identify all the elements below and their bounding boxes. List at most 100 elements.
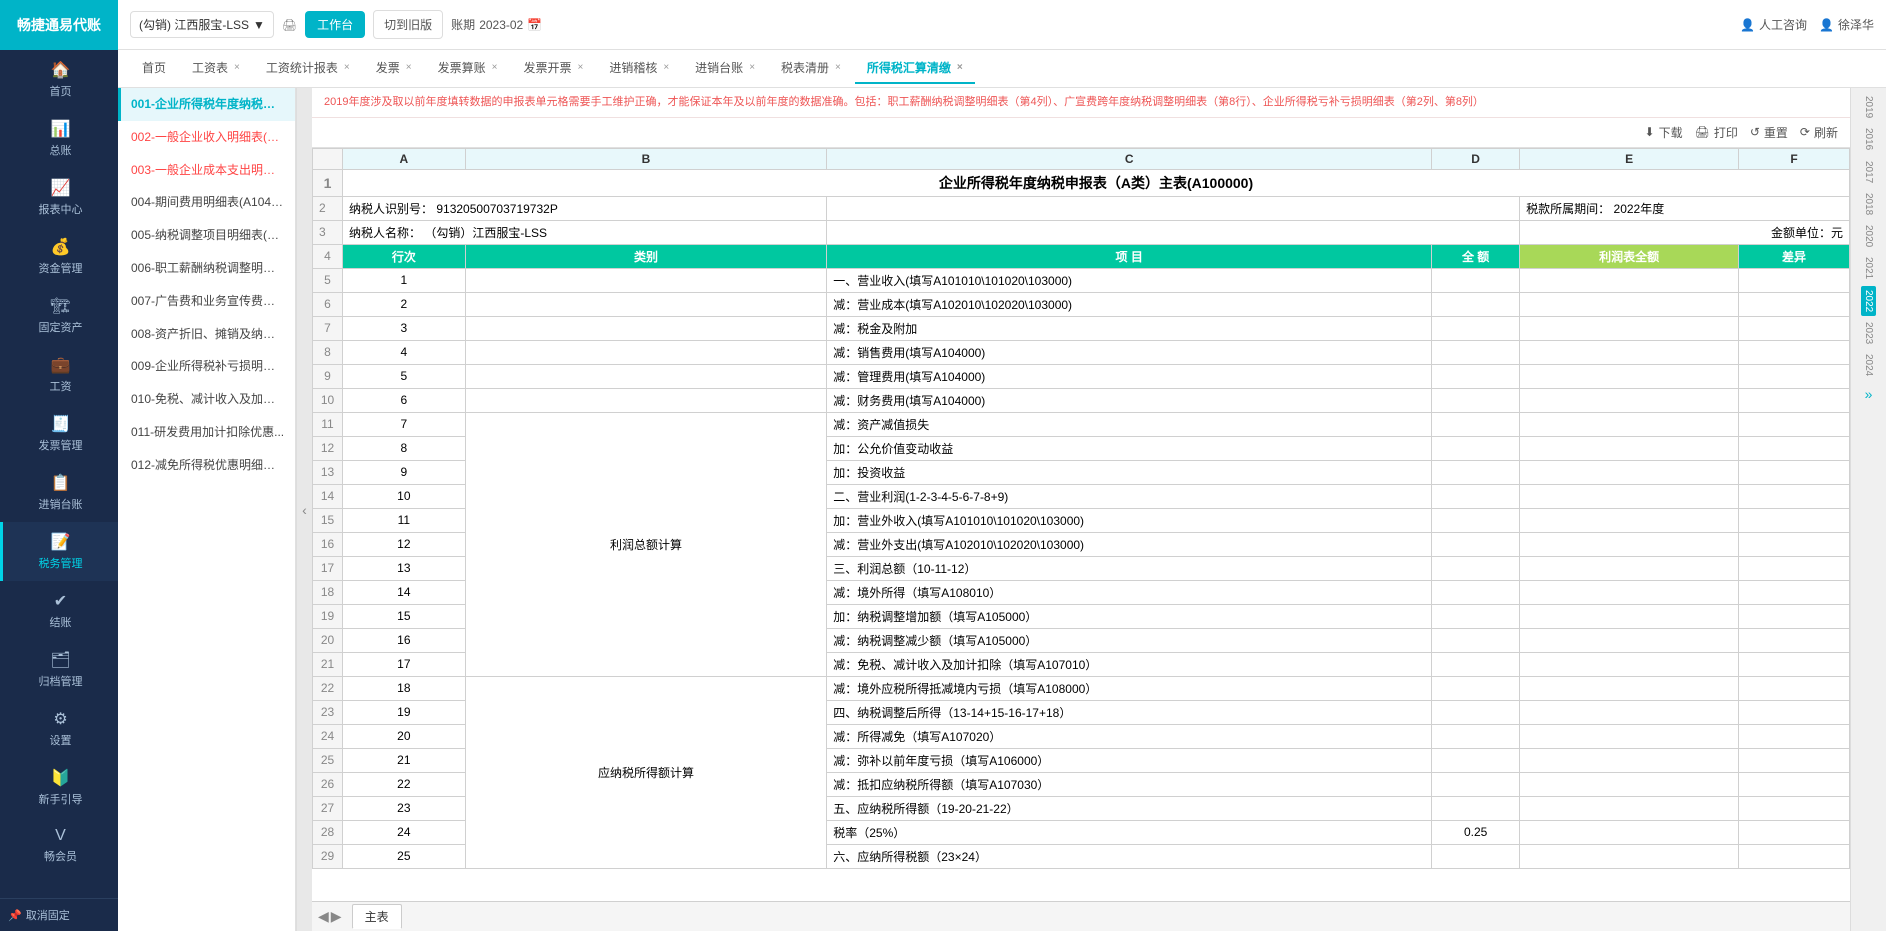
reset-button[interactable]: ↺ 重置 <box>1750 124 1788 141</box>
diff-cell[interactable] <box>1738 700 1849 724</box>
amount-cell[interactable] <box>1432 412 1520 436</box>
amount-cell[interactable] <box>1432 292 1520 316</box>
diff-cell[interactable] <box>1738 292 1849 316</box>
profit-cell[interactable] <box>1520 604 1739 628</box>
tab-salary-report-close[interactable]: × <box>344 62 350 73</box>
scroll-right-arrow[interactable]: ▶ <box>331 908 342 925</box>
profit-cell[interactable] <box>1520 652 1739 676</box>
timeline-year-2018[interactable]: 2018 <box>1861 189 1876 219</box>
sidebar-item-settings[interactable]: ⚙ 设置 <box>0 699 118 758</box>
bottom-tab-main[interactable]: 主表 <box>352 904 402 929</box>
diff-cell[interactable] <box>1738 340 1849 364</box>
workspace-button[interactable]: 工作台 <box>305 11 365 38</box>
tab-tax-clear-close[interactable]: × <box>835 62 841 73</box>
diff-cell[interactable] <box>1738 556 1849 580</box>
profit-cell[interactable] <box>1520 796 1739 820</box>
profit-cell[interactable] <box>1520 436 1739 460</box>
profit-cell[interactable] <box>1520 268 1739 292</box>
sub-sidebar-item-003[interactable]: 003-一般企业成本支出明细... <box>118 154 295 187</box>
tab-purchase-audit[interactable]: 进销稽核× <box>597 53 681 84</box>
collapse-sidebar-button[interactable]: ‹ <box>296 88 312 931</box>
sidebar-item-purchase[interactable]: 📋 进销台账 <box>0 463 118 522</box>
tab-salary-report[interactable]: 工资统计报表× <box>254 53 362 84</box>
amount-cell[interactable] <box>1432 388 1520 412</box>
diff-cell[interactable] <box>1738 796 1849 820</box>
diff-cell[interactable] <box>1738 676 1849 700</box>
diff-cell[interactable] <box>1738 652 1849 676</box>
calendar-icon[interactable]: 📅 <box>527 18 542 32</box>
diff-cell[interactable] <box>1738 364 1849 388</box>
sidebar-item-ledger[interactable]: 📊 总账 <box>0 109 118 168</box>
amount-cell[interactable] <box>1432 484 1520 508</box>
sidebar-item-home[interactable]: 🏠 首页 <box>0 50 118 109</box>
sub-sidebar-item-008[interactable]: 008-资产折旧、摊销及纳税... <box>118 318 295 351</box>
tab-salary[interactable]: 工资表× <box>180 53 252 84</box>
sidebar-item-member[interactable]: V 畅会员 <box>0 817 118 874</box>
profit-cell[interactable] <box>1520 820 1739 844</box>
profit-cell[interactable] <box>1520 340 1739 364</box>
diff-cell[interactable] <box>1738 436 1849 460</box>
sidebar-item-close[interactable]: ✔ 结账 <box>0 581 118 640</box>
amount-cell[interactable] <box>1432 772 1520 796</box>
ai-consult-button[interactable]: 👤 人工咨询 <box>1740 16 1807 33</box>
profit-cell[interactable] <box>1520 844 1739 868</box>
profit-cell[interactable] <box>1520 748 1739 772</box>
old-version-button[interactable]: 切到旧版 <box>373 10 443 39</box>
profit-cell[interactable] <box>1520 484 1739 508</box>
amount-cell[interactable] <box>1432 508 1520 532</box>
sub-sidebar-item-002[interactable]: 002-一般企业收入明细表(A1... <box>118 121 295 154</box>
sub-sidebar-item-001[interactable]: 001-企业所得税年度纳税申... <box>118 88 295 121</box>
diff-cell[interactable] <box>1738 388 1849 412</box>
print-button[interactable]: 🖨 打印 <box>1695 124 1738 141</box>
timeline-year-2022[interactable]: 2022 <box>1861 286 1876 316</box>
sidebar-item-invoice[interactable]: 🧾 发票管理 <box>0 404 118 463</box>
profit-cell[interactable] <box>1520 292 1739 316</box>
tab-invoice-open[interactable]: 发票开票× <box>511 53 595 84</box>
timeline-year-2017[interactable]: 2017 <box>1861 157 1876 187</box>
amount-cell[interactable] <box>1432 604 1520 628</box>
diff-cell[interactable] <box>1738 820 1849 844</box>
amount-cell[interactable] <box>1432 652 1520 676</box>
profit-cell[interactable] <box>1520 580 1739 604</box>
amount-cell[interactable]: 0.25 <box>1432 820 1520 844</box>
sidebar-item-assets[interactable]: 🏗 固定资产 <box>0 286 118 345</box>
tab-invoice-close[interactable]: × <box>406 62 412 73</box>
amount-cell[interactable] <box>1432 460 1520 484</box>
amount-cell[interactable] <box>1432 676 1520 700</box>
sidebar-item-tax[interactable]: 📝 税务管理 <box>0 522 118 581</box>
amount-cell[interactable] <box>1432 436 1520 460</box>
timeline-expand-button[interactable]: » <box>1865 386 1873 402</box>
profit-cell[interactable] <box>1520 460 1739 484</box>
diff-cell[interactable] <box>1738 628 1849 652</box>
profit-cell[interactable] <box>1520 364 1739 388</box>
diff-cell[interactable] <box>1738 484 1849 508</box>
user-profile[interactable]: 👤 徐泽华 <box>1819 16 1874 33</box>
timeline-year-2023[interactable]: 2023 <box>1861 318 1876 348</box>
tab-home[interactable]: 首页 <box>130 53 178 84</box>
tab-invoice-calc-close[interactable]: × <box>492 62 498 73</box>
diff-cell[interactable] <box>1738 412 1849 436</box>
diff-cell[interactable] <box>1738 748 1849 772</box>
sub-sidebar-item-006[interactable]: 006-职工薪酬纳税调整明细... <box>118 252 295 285</box>
diff-cell[interactable] <box>1738 580 1849 604</box>
profit-cell[interactable] <box>1520 772 1739 796</box>
tab-income-tax[interactable]: 所得税汇算清缴× <box>855 53 975 84</box>
profit-cell[interactable] <box>1520 388 1739 412</box>
sub-sidebar-item-011[interactable]: 011-研发费用加计扣除优惠... <box>118 416 295 449</box>
amount-cell[interactable] <box>1432 700 1520 724</box>
diff-cell[interactable] <box>1738 316 1849 340</box>
diff-cell[interactable] <box>1738 268 1849 292</box>
amount-cell[interactable] <box>1432 748 1520 772</box>
tab-purchase-audit-close[interactable]: × <box>663 62 669 73</box>
amount-cell[interactable] <box>1432 580 1520 604</box>
diff-cell[interactable] <box>1738 772 1849 796</box>
timeline-year-2019[interactable]: 2019 <box>1861 92 1876 122</box>
profit-cell[interactable] <box>1520 532 1739 556</box>
diff-cell[interactable] <box>1738 604 1849 628</box>
amount-cell[interactable] <box>1432 628 1520 652</box>
amount-cell[interactable] <box>1432 268 1520 292</box>
unpin-button[interactable]: 📌 取消固定 <box>0 898 118 931</box>
amount-cell[interactable] <box>1432 364 1520 388</box>
company-selector[interactable]: (勾销) 江西服宝-LSS ▼ <box>130 11 274 38</box>
profit-cell[interactable] <box>1520 676 1739 700</box>
